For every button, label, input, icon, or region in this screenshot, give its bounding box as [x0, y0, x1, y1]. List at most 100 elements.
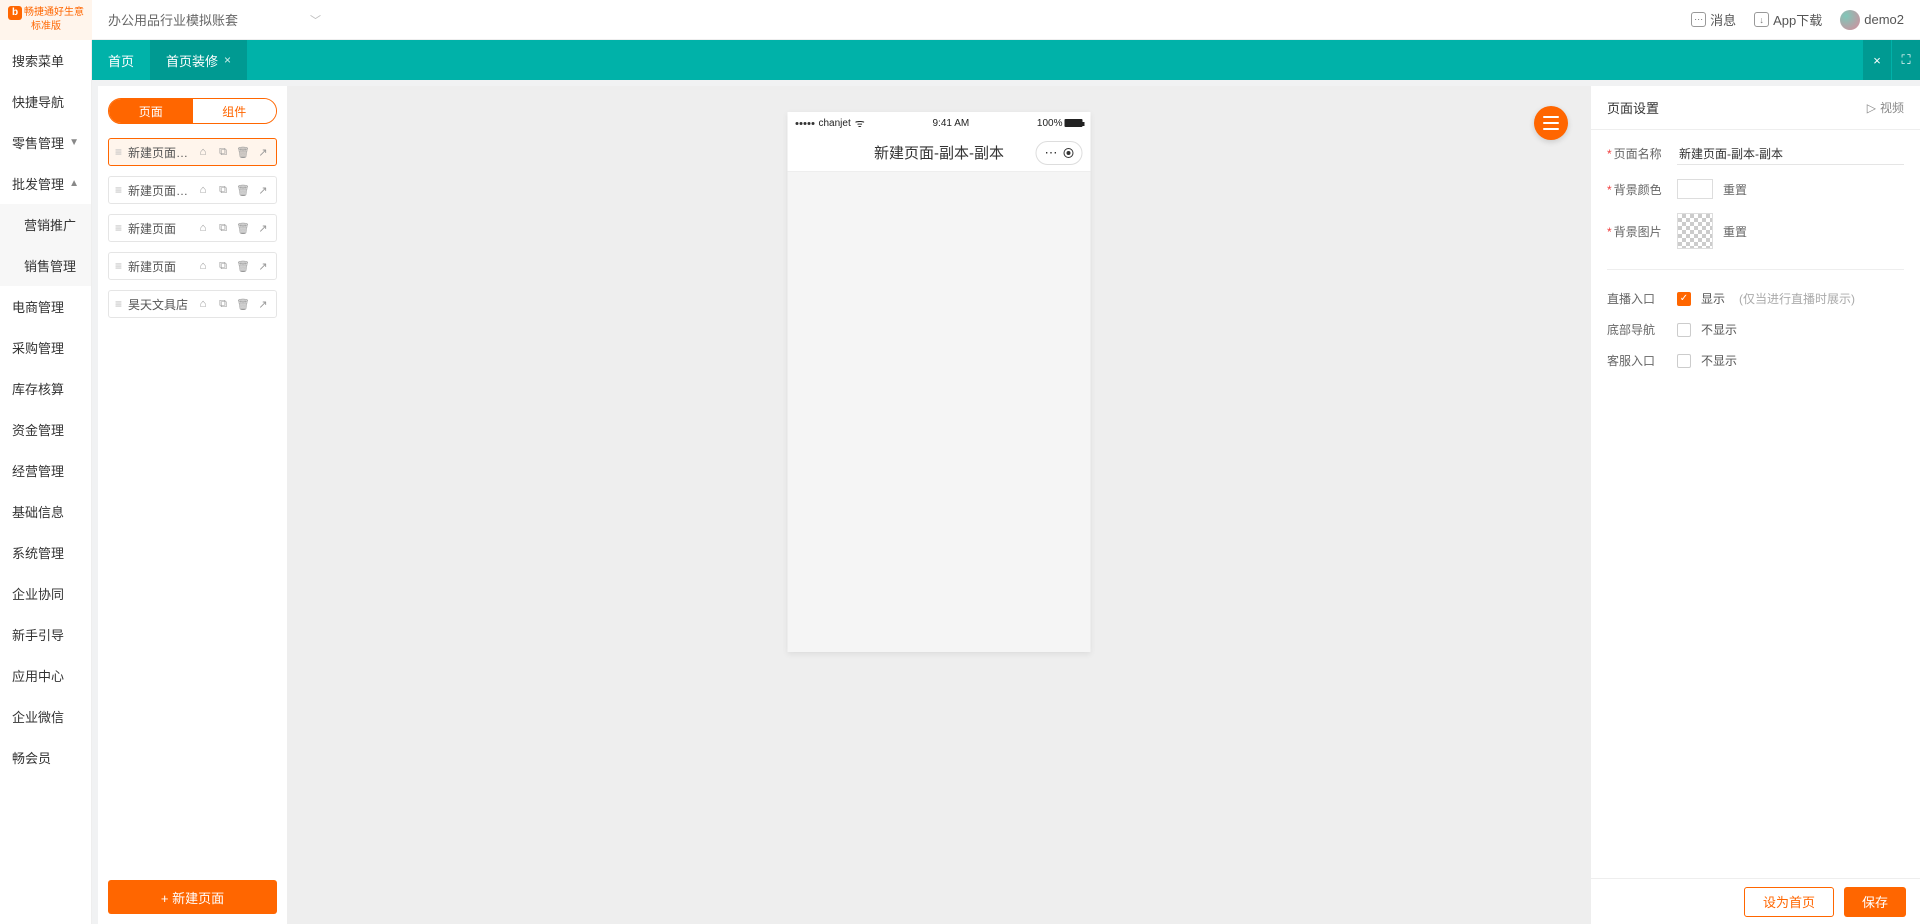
bgcolor-swatch[interactable]	[1677, 179, 1713, 199]
nav-wechat[interactable]: 企业微信	[0, 696, 91, 737]
drag-icon[interactable]: ≡	[115, 183, 122, 197]
work-area: 页面 组件 ≡ 新建页面-副本... ⌂ ⧉ 🗑 ↗ ≡ 新建页面-副本 ⌂ ⧉	[92, 80, 1920, 924]
bgimage-picker[interactable]	[1677, 213, 1713, 249]
share-icon[interactable]: ↗	[256, 146, 270, 159]
phone-page-title: 新建页面-副本-副本	[874, 142, 1004, 163]
home-icon[interactable]: ⌂	[196, 222, 210, 234]
share-icon[interactable]: ↗	[256, 298, 270, 311]
delete-icon[interactable]: 🗑	[236, 298, 250, 311]
home-icon[interactable]: ⌂	[196, 146, 210, 158]
home-icon[interactable]: ⌂	[196, 184, 210, 196]
segment-page[interactable]: 页面	[109, 99, 193, 123]
drag-icon[interactable]: ≡	[115, 259, 122, 273]
copy-icon[interactable]: ⧉	[216, 146, 230, 159]
new-page-button[interactable]: + 新建页面	[108, 880, 277, 914]
service-checkbox[interactable]	[1677, 354, 1691, 368]
delete-icon[interactable]: 🗑	[236, 184, 250, 197]
nav-ecommerce[interactable]: 电商管理	[0, 286, 91, 327]
battery-icon	[1064, 119, 1082, 127]
share-icon[interactable]: ↗	[256, 184, 270, 197]
home-icon[interactable]: ⌂	[196, 260, 210, 272]
page-name-input[interactable]	[1677, 142, 1904, 165]
brand-logo[interactable]: b畅捷通好生意 标准版	[0, 0, 92, 40]
page-item[interactable]: ≡ 新建页面-副本 ⌂ ⧉ 🗑 ↗	[108, 176, 277, 204]
phone-preview: chanjetᯤ 9:41 AM 100% 新建页面-副本-副本 ⋯	[788, 112, 1091, 652]
video-help-link[interactable]: ▷视频	[1867, 99, 1904, 116]
copy-icon[interactable]: ⧉	[216, 298, 230, 311]
app-download-button[interactable]: ↓App下载	[1754, 10, 1822, 29]
share-icon[interactable]: ↗	[256, 260, 270, 273]
page-item[interactable]: ≡ 新建页面-副本... ⌂ ⧉ 🗑 ↗	[108, 138, 277, 166]
message-icon: ⋯	[1691, 12, 1706, 27]
nav-basicinfo[interactable]: 基础信息	[0, 491, 91, 532]
chevron-down-icon: ﹀	[310, 12, 321, 28]
miniprogram-capsule[interactable]: ⋯	[1036, 141, 1083, 165]
home-icon[interactable]: ⌂	[196, 298, 210, 310]
preview-canvas: chanjetᯤ 9:41 AM 100% 新建页面-副本-副本 ⋯	[288, 86, 1590, 924]
nav-member[interactable]: 畅会员	[0, 737, 91, 778]
wifi-icon: ᯤ	[855, 116, 865, 131]
component-drawer-toggle[interactable]	[1534, 106, 1568, 140]
segment-component[interactable]: 组件	[193, 99, 277, 123]
page-item[interactable]: ≡ 昊天文具店 ⌂ ⧉ 🗑 ↗	[108, 290, 277, 318]
caret-down-icon: ▼	[69, 137, 79, 148]
play-icon: ▷	[1867, 101, 1876, 115]
save-button[interactable]: 保存	[1844, 887, 1906, 917]
nav-search[interactable]: 搜索菜单	[0, 40, 91, 81]
nav-wholesale[interactable]: 批发管理▲	[0, 163, 91, 204]
phone-time: 9:41 AM	[933, 118, 970, 129]
drag-icon[interactable]: ≡	[115, 297, 122, 311]
tab-strip: 首页 首页装修× × ⛶	[92, 40, 1920, 80]
phone-title-bar: 新建页面-副本-副本 ⋯	[788, 134, 1091, 172]
delete-icon[interactable]: 🗑	[236, 260, 250, 273]
phone-body[interactable]	[788, 172, 1091, 652]
more-icon: ⋯	[1045, 145, 1058, 161]
download-icon: ↓	[1754, 12, 1769, 27]
account-select[interactable]: 办公用品行业模拟账套 ﹀	[108, 10, 321, 29]
bottomnav-checkbox[interactable]	[1677, 323, 1691, 337]
close-icon[interactable]: ×	[224, 53, 231, 67]
bgimage-reset[interactable]: 重置	[1723, 223, 1747, 240]
left-nav: 搜索菜单 快捷导航 零售管理▼ 批发管理▲ 营销推广 销售管理 电商管理 采购管…	[0, 40, 92, 924]
nav-system[interactable]: 系统管理	[0, 532, 91, 573]
avatar	[1840, 10, 1860, 30]
page-item[interactable]: ≡ 新建页面 ⌂ ⧉ 🗑 ↗	[108, 214, 277, 242]
nav-marketing[interactable]: 营销推广	[0, 204, 91, 245]
set-home-button[interactable]: 设为首页	[1744, 887, 1834, 917]
drag-icon[interactable]: ≡	[115, 221, 122, 235]
target-icon	[1064, 148, 1074, 158]
segment-control: 页面 组件	[108, 98, 277, 124]
messages-button[interactable]: ⋯消息	[1691, 10, 1736, 29]
page-list-panel: 页面 组件 ≡ 新建页面-副本... ⌂ ⧉ 🗑 ↗ ≡ 新建页面-副本 ⌂ ⧉	[98, 86, 288, 924]
nav-finance[interactable]: 资金管理	[0, 409, 91, 450]
topbar: b畅捷通好生意 标准版 办公用品行业模拟账套 ﹀ ⋯消息 ↓App下载 demo…	[0, 0, 1920, 40]
copy-icon[interactable]: ⧉	[216, 184, 230, 197]
bgcolor-reset[interactable]: 重置	[1723, 181, 1747, 198]
tab-home[interactable]: 首页	[92, 40, 150, 80]
nav-appcenter[interactable]: 应用中心	[0, 655, 91, 696]
nav-collab[interactable]: 企业协同	[0, 573, 91, 614]
caret-up-icon: ▲	[69, 178, 79, 189]
nav-quick[interactable]: 快捷导航	[0, 81, 91, 122]
share-icon[interactable]: ↗	[256, 222, 270, 235]
nav-purchase[interactable]: 采购管理	[0, 327, 91, 368]
nav-inventory[interactable]: 库存核算	[0, 368, 91, 409]
page-item[interactable]: ≡ 新建页面 ⌂ ⧉ 🗑 ↗	[108, 252, 277, 280]
tab-close-all[interactable]: ×	[1863, 40, 1891, 80]
drag-icon[interactable]: ≡	[115, 145, 122, 159]
copy-icon[interactable]: ⧉	[216, 222, 230, 235]
fullscreen-icon[interactable]: ⛶	[1892, 40, 1920, 80]
nav-guide[interactable]: 新手引导	[0, 614, 91, 655]
nav-sales[interactable]: 销售管理	[0, 245, 91, 286]
copy-icon[interactable]: ⧉	[216, 260, 230, 273]
user-menu[interactable]: demo2	[1840, 10, 1904, 30]
nav-operation[interactable]: 经营管理	[0, 450, 91, 491]
settings-panel: 页面设置 ▷视频 *页面名称 *背景颜色 重置 *背景图片 重置	[1590, 86, 1920, 924]
nav-retail[interactable]: 零售管理▼	[0, 122, 91, 163]
live-checkbox[interactable]: ✓	[1677, 292, 1691, 306]
settings-title: 页面设置	[1607, 98, 1659, 117]
phone-status-bar: chanjetᯤ 9:41 AM 100%	[788, 112, 1091, 134]
tab-page-design[interactable]: 首页装修×	[150, 40, 247, 80]
delete-icon[interactable]: 🗑	[236, 146, 250, 159]
delete-icon[interactable]: 🗑	[236, 222, 250, 235]
